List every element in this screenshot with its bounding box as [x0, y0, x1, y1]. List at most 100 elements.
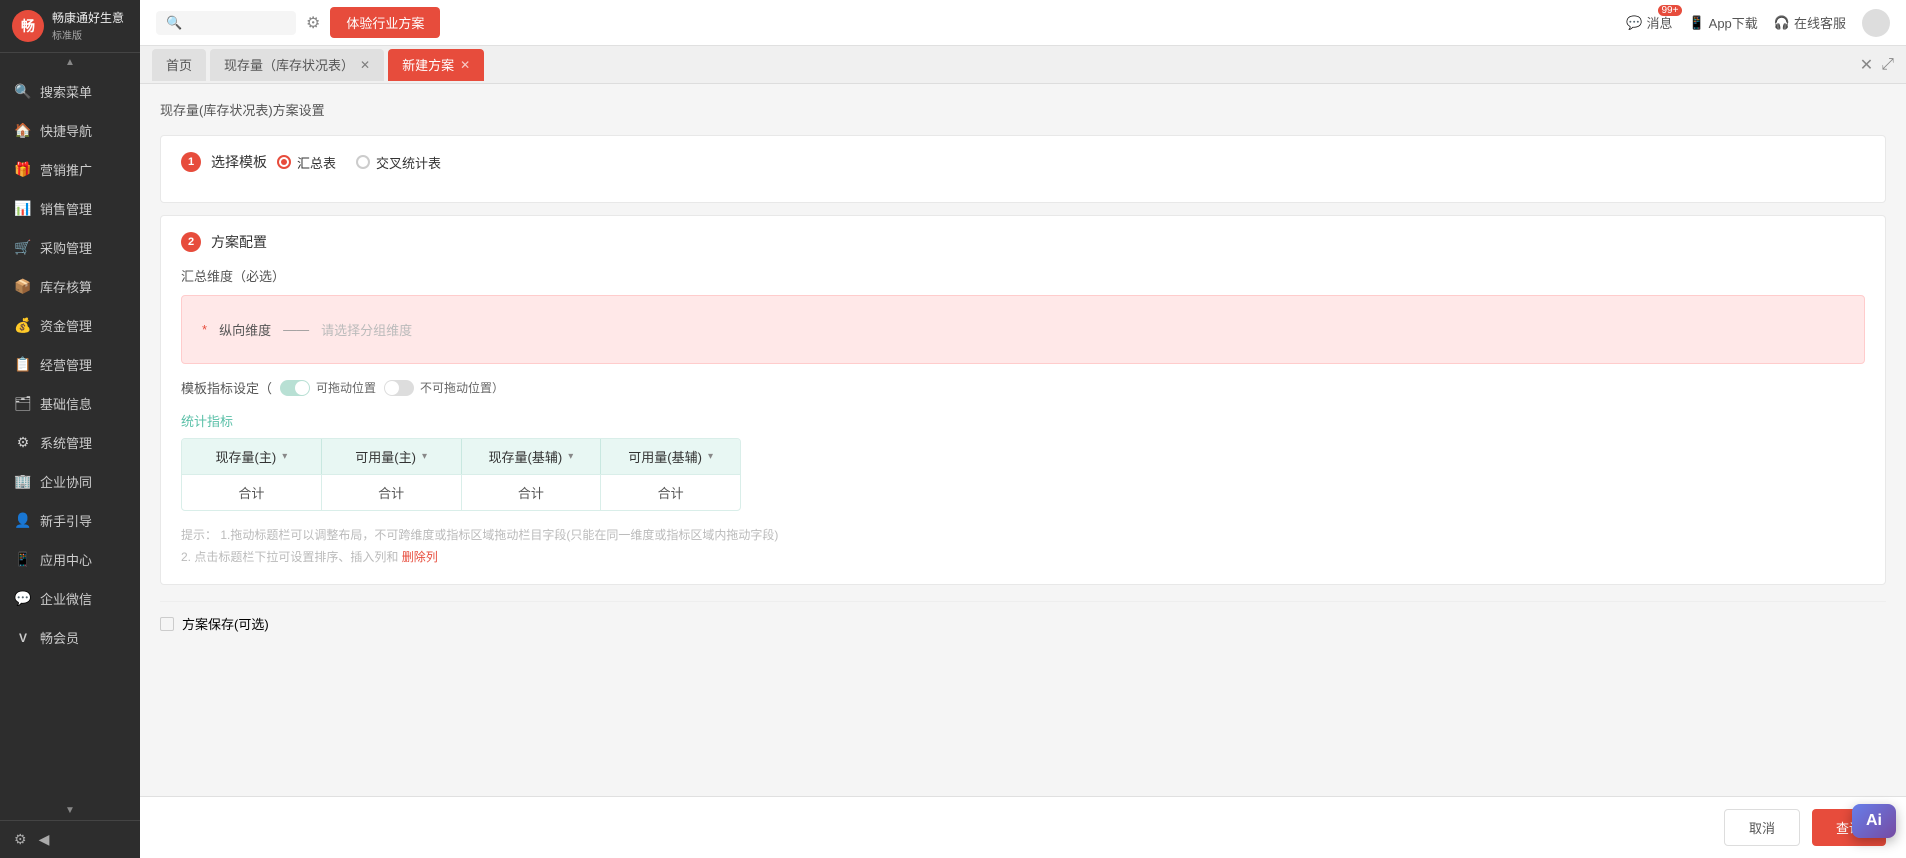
- message-icon: 💬: [1626, 15, 1642, 31]
- chevron-down-icon[interactable]: ▾: [282, 451, 287, 462]
- sidebar-item-label: 采购管理: [40, 238, 92, 257]
- ai-float-button[interactable]: Ai: [1852, 804, 1896, 838]
- cancel-button[interactable]: 取消: [1724, 809, 1800, 846]
- radio-summary-label: 汇总表: [297, 153, 336, 172]
- phone-icon: 📱: [1688, 15, 1704, 31]
- sidebar-item-guide[interactable]: 👤 新手引导: [0, 501, 140, 540]
- stats-header-col4[interactable]: 可用量(基辅) ▾: [601, 439, 740, 474]
- settings-icon[interactable]: ⚙: [14, 831, 27, 848]
- tab-new-plan-label: 新建方案: [402, 55, 454, 74]
- topbar-gear-icon[interactable]: ⚙: [306, 13, 320, 33]
- dimension-dash: ——: [283, 322, 309, 337]
- stats-table: 现存量(主) ▾ 可用量(主) ▾ 现存量(基辅) ▾ 可用量(基辅) ▾: [181, 438, 741, 511]
- tip2: 2. 点击标题栏下拉可设置排序、插入列和: [181, 550, 398, 564]
- dimension-placeholder: 请选择分组维度: [321, 320, 412, 339]
- sidebar-item-inventory[interactable]: 📦 库存核算: [0, 267, 140, 306]
- delete-link[interactable]: 删除列: [402, 550, 438, 564]
- step1-header: 1 选择模板 汇总表 交叉统计表: [181, 152, 1865, 172]
- clipboard-icon: 📋: [14, 356, 32, 374]
- trial-btn[interactable]: 体验行业方案: [330, 7, 440, 38]
- topbar: 🔍 ⚙ 体验行业方案 💬 消息 99+ 📱 App下载 🎧 在线客服: [140, 0, 1906, 46]
- sidebar-item-label: 系统管理: [40, 433, 92, 452]
- sidebar-item-label: 销售管理: [40, 199, 92, 218]
- tab-inventory-close[interactable]: ✕: [360, 58, 370, 72]
- avatar[interactable]: [1862, 9, 1890, 37]
- sidebar-item-app-center[interactable]: 📱 应用中心: [0, 540, 140, 579]
- sidebar-item-basic-info[interactable]: 🗂 基础信息: [0, 384, 140, 423]
- sidebar-item-sales[interactable]: 📊 销售管理: [0, 189, 140, 228]
- stats-header-col3[interactable]: 现存量(基辅) ▾: [462, 439, 602, 474]
- chevron-down-icon[interactable]: ▾: [708, 451, 713, 462]
- tips-prefix: 提示：: [181, 528, 217, 542]
- stats-cell-1-2: 合计: [322, 475, 462, 510]
- dimension-pink-box[interactable]: * 纵向维度 —— 请选择分组维度: [181, 295, 1865, 364]
- tips-section: 提示： 1.拖动标题栏可以调整布局，不可跨维度或指标区域拖动栏目字段(只能在同一…: [181, 525, 1865, 568]
- app-download-btn[interactable]: 📱 App下载: [1688, 13, 1757, 32]
- sidebar-nav: 🔍 搜索菜单 🏠 快捷导航 🎁 营销推广 📊 销售管理 🛒 采购管理 📦 库存核…: [0, 72, 140, 801]
- user-icon: 👤: [14, 512, 32, 530]
- step2-header: 2 方案配置: [181, 232, 1865, 252]
- message-btn[interactable]: 💬 消息 99+: [1626, 13, 1672, 32]
- sidebar-item-management[interactable]: 📋 经营管理: [0, 345, 140, 384]
- sidebar-item-label: 新手引导: [40, 511, 92, 530]
- collapse-icon[interactable]: ◀: [39, 831, 50, 848]
- online-service-label: 在线客服: [1794, 13, 1846, 32]
- sidebar-item-company[interactable]: 🏢 企业协同: [0, 462, 140, 501]
- toggle-undraggable-box[interactable]: [384, 380, 414, 396]
- sidebar-item-label: 经营管理: [40, 355, 92, 374]
- step1-card: 1 选择模板 汇总表 交叉统计表: [160, 135, 1886, 203]
- online-service-btn[interactable]: 🎧 在线客服: [1774, 13, 1846, 32]
- chevron-down-icon[interactable]: ▾: [422, 451, 427, 462]
- stats-header-col1[interactable]: 现存量(主) ▾: [182, 439, 322, 474]
- app-download-label: App下载: [1709, 13, 1758, 32]
- sidebar-scroll-down[interactable]: ▼: [0, 801, 140, 820]
- chevron-down-icon[interactable]: ▾: [568, 451, 573, 462]
- page-title: 现存量(库存状况表)方案设置: [160, 100, 1886, 119]
- search-input[interactable]: [188, 16, 278, 30]
- sidebar-item-quick-nav[interactable]: 🏠 快捷导航: [0, 111, 140, 150]
- chat-icon: 💬: [14, 590, 32, 608]
- toggle-draggable[interactable]: 可拖动位置: [280, 379, 376, 396]
- sidebar-footer: ⚙ ◀: [0, 820, 140, 858]
- stats-table-row: 合计 合计 合计 合计: [182, 474, 740, 510]
- tab-inventory-status[interactable]: 现存量（库存状况表） ✕: [210, 49, 384, 81]
- sidebar-scroll-up[interactable]: ▲: [0, 53, 140, 72]
- sidebar-item-system[interactable]: ⚙ 系统管理: [0, 423, 140, 462]
- radio-cross[interactable]: 交叉统计表: [356, 153, 441, 172]
- toggle-draggable-box[interactable]: [280, 380, 310, 396]
- search-box[interactable]: 🔍: [156, 11, 296, 35]
- toggle-undraggable-label: 不可拖动位置）: [420, 379, 504, 396]
- sidebar-item-label: 企业微信: [40, 589, 92, 608]
- sidebar-item-marketing[interactable]: 🎁 营销推广: [0, 150, 140, 189]
- sidebar-item-wechat[interactable]: 💬 企业微信: [0, 579, 140, 618]
- topbar-right: 💬 消息 99+ 📱 App下载 🎧 在线客服: [1626, 9, 1890, 37]
- sidebar-item-label: 搜索菜单: [40, 82, 92, 101]
- radio-cross-label: 交叉统计表: [376, 153, 441, 172]
- save-checkbox[interactable]: [160, 617, 174, 631]
- tab-new-plan-close[interactable]: ✕: [460, 58, 470, 72]
- sidebar-item-vip[interactable]: V 畅会员: [0, 618, 140, 657]
- money-icon: 💰: [14, 317, 32, 335]
- sidebar-item-label: 企业协同: [40, 472, 92, 491]
- toggle-undraggable[interactable]: 不可拖动位置）: [384, 379, 504, 396]
- tabbar: 首页 现存量（库存状况表） ✕ 新建方案 ✕ ✕ ⤢: [140, 46, 1906, 84]
- stats-cell-1-1: 合计: [182, 475, 322, 510]
- sidebar-item-search-menu[interactable]: 🔍 搜索菜单: [0, 72, 140, 111]
- expand-btn[interactable]: ⤢: [1881, 56, 1894, 74]
- sidebar-brand: 畅 畅康通好生意 标准版: [0, 0, 140, 53]
- tab-new-plan[interactable]: 新建方案 ✕: [388, 49, 484, 81]
- cart-icon: 🛒: [14, 239, 32, 257]
- tab-home[interactable]: 首页: [152, 49, 206, 81]
- required-mark: *: [202, 322, 207, 337]
- sidebar-item-finance[interactable]: 💰 资金管理: [0, 306, 140, 345]
- main-area: 🔍 ⚙ 体验行业方案 💬 消息 99+ 📱 App下载 🎧 在线客服: [140, 0, 1906, 858]
- dimension-field-label: 纵向维度: [219, 320, 271, 339]
- stats-header-col2[interactable]: 可用量(主) ▾: [322, 439, 462, 474]
- sidebar-item-purchase[interactable]: 🛒 采购管理: [0, 228, 140, 267]
- headset-icon: 🎧: [1774, 15, 1790, 31]
- close-btn[interactable]: ✕: [1860, 55, 1873, 75]
- radio-summary[interactable]: 汇总表: [277, 153, 336, 172]
- gear-icon: ⚙: [14, 434, 32, 452]
- step2-badge: 2: [181, 232, 201, 252]
- radio-cross-dot: [356, 155, 370, 169]
